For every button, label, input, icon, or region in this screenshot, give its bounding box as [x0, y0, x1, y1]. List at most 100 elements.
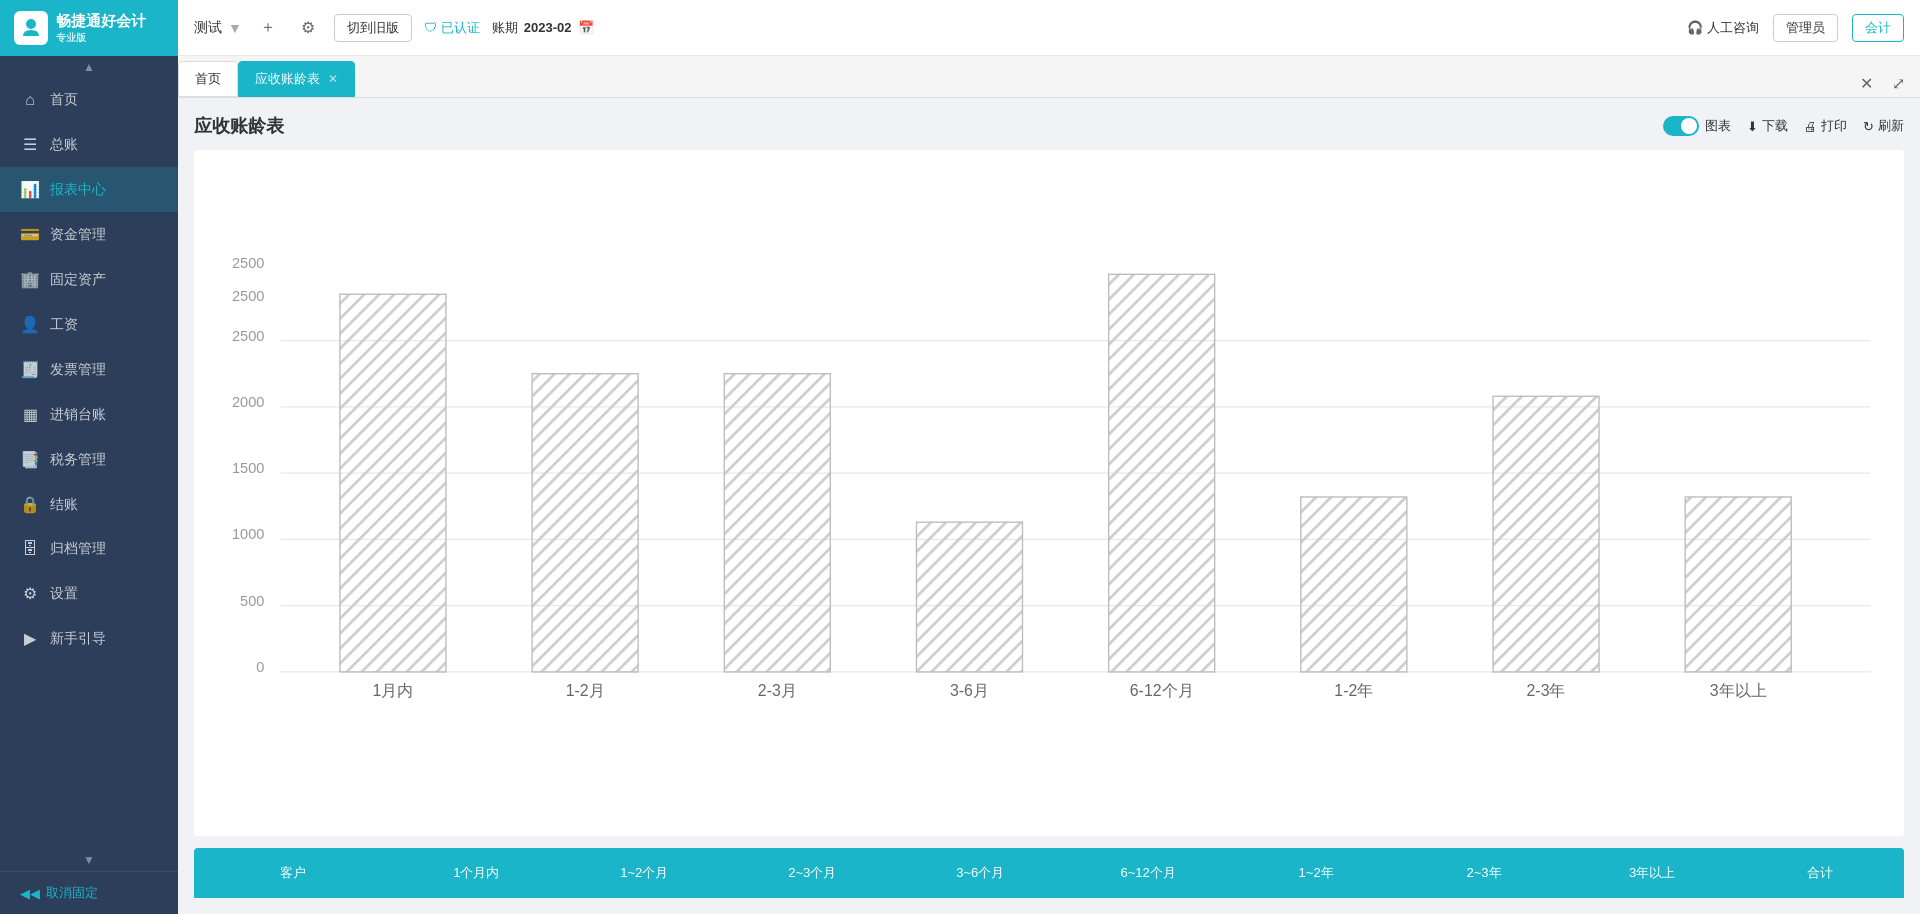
settings-icon: ⚙ [20, 584, 40, 603]
assets-icon: 🏢 [20, 270, 40, 289]
sidebar-label-settings: 设置 [50, 585, 78, 603]
svg-text:2000: 2000 [232, 394, 264, 410]
calendar-icon[interactable]: 📅 [578, 20, 594, 35]
sidebar: 畅捷通好会计 专业版 ▲ ⌂ 首页 ☰ 总账 📊 报表中心 💳 资金管理 🏢 固… [0, 0, 178, 914]
switch-old-version-button[interactable]: 切到旧版 [334, 14, 412, 42]
sidebar-label-tax: 税务管理 [50, 451, 106, 469]
scroll-down-arrow[interactable]: ▼ [0, 849, 178, 871]
print-icon: 🖨 [1804, 119, 1817, 134]
close-window-button[interactable]: ✕ [1852, 69, 1880, 97]
bar-1-2月 [532, 374, 638, 672]
funds-icon: 💳 [20, 225, 40, 244]
svg-text:1500: 1500 [232, 460, 264, 476]
chart-toggle-wrapper: 图表 [1663, 116, 1731, 136]
sidebar-item-invoice[interactable]: 🧾 发票管理 [0, 347, 178, 392]
tab-home[interactable]: 首页 [178, 61, 238, 97]
sidebar-item-assets[interactable]: 🏢 固定资产 [0, 257, 178, 302]
svg-text:500: 500 [240, 593, 264, 609]
sidebar-label-closing: 结账 [50, 496, 78, 514]
svg-point-0 [26, 19, 36, 29]
svg-text:3-6月: 3-6月 [950, 682, 989, 699]
bar-1月内 [340, 294, 446, 672]
bar-2-3年 [1493, 396, 1599, 672]
sidebar-item-funds[interactable]: 💳 资金管理 [0, 212, 178, 257]
reports-icon: 📊 [20, 180, 40, 199]
sidebar-label-inventory: 进销台账 [50, 406, 106, 424]
svg-text:1月内: 1月内 [373, 682, 414, 699]
main-area: 测试 ▼ ＋ ⚙ 切到旧版 🛡 已认证 账期 2023-02 📅 🎧 人工咨询 … [178, 0, 1920, 914]
shield-icon: 🛡 [424, 20, 437, 35]
sidebar-item-guide[interactable]: ▶ 新手引导 [0, 616, 178, 661]
app-logo: 畅捷通好会计 专业版 [0, 0, 178, 56]
sidebar-label-funds: 资金管理 [50, 226, 106, 244]
sidebar-item-settings[interactable]: ⚙ 设置 [0, 571, 178, 616]
svg-text:2500: 2500 [232, 255, 264, 271]
refresh-icon: ↻ [1863, 119, 1874, 134]
content-area: 应收账龄表 图表 ⬇ 下载 🖨 打印 ↻ 刷新 [178, 98, 1920, 914]
sidebar-label-home: 首页 [50, 91, 78, 109]
download-button[interactable]: ⬇ 下载 [1747, 117, 1788, 135]
headset-icon: 🎧 [1687, 20, 1703, 35]
scroll-up-arrow[interactable]: ▲ [0, 56, 178, 78]
topbar-right: 🎧 人工咨询 管理员 会计 [1687, 14, 1904, 42]
bar-2-3月 [724, 374, 830, 672]
payroll-icon: 👤 [20, 315, 40, 334]
svg-text:2-3年: 2-3年 [1527, 682, 1566, 699]
sidebar-label-archive: 归档管理 [50, 540, 106, 558]
sidebar-item-archive[interactable]: 🗄 归档管理 [0, 527, 178, 571]
col-total: 合计 [1736, 848, 1904, 898]
user-button[interactable]: 管理员 [1773, 14, 1838, 42]
tax-icon: 📑 [20, 450, 40, 469]
sidebar-item-home[interactable]: ⌂ 首页 [0, 78, 178, 122]
period-display: 账期 2023-02 📅 [492, 19, 594, 37]
page-header: 应收账龄表 图表 ⬇ 下载 🖨 打印 ↻ 刷新 [194, 114, 1904, 138]
col-3y-plus: 3年以上 [1568, 848, 1736, 898]
bar-chart: 0 500 1000 1500 2000 2500 2500 2500 [214, 170, 1884, 816]
chart-toggle[interactable] [1663, 116, 1699, 136]
svg-text:1-2年: 1-2年 [1334, 682, 1373, 699]
service-button[interactable]: 🎧 人工咨询 [1687, 19, 1759, 37]
col-6-12m: 6~12个月 [1064, 848, 1232, 898]
add-button[interactable]: ＋ [254, 14, 282, 42]
company-selector[interactable]: 测试 ▼ [194, 19, 242, 37]
sidebar-label-guide: 新手引导 [50, 630, 106, 648]
download-icon: ⬇ [1747, 119, 1758, 134]
svg-text:0: 0 [256, 659, 264, 675]
svg-text:3年以上: 3年以上 [1710, 682, 1767, 699]
sidebar-label-reports: 报表中心 [50, 181, 106, 199]
print-button[interactable]: 🖨 打印 [1804, 117, 1847, 135]
sidebar-item-payroll[interactable]: 👤 工资 [0, 302, 178, 347]
tabbar-actions: ✕ ⤢ [1852, 69, 1920, 97]
sidebar-item-closing[interactable]: 🔒 结账 [0, 482, 178, 527]
col-1m: 1个月内 [392, 848, 560, 898]
sidebar-label-ledger: 总账 [50, 136, 78, 154]
sidebar-item-inventory[interactable]: ▦ 进销台账 [0, 392, 178, 437]
page-title: 应收账龄表 [194, 114, 284, 138]
svg-text:1-2月: 1-2月 [566, 682, 605, 699]
col-2-3y: 2~3年 [1400, 848, 1568, 898]
refresh-button[interactable]: ↻ 刷新 [1863, 117, 1904, 135]
expand-button[interactable]: ⤢ [1884, 69, 1912, 97]
invoice-icon: 🧾 [20, 360, 40, 379]
sidebar-label-invoice: 发票管理 [50, 361, 106, 379]
sidebar-item-reports[interactable]: 📊 报表中心 [0, 167, 178, 212]
tab-home-label: 首页 [195, 70, 221, 88]
guide-icon: ▶ [20, 629, 40, 648]
role-button[interactable]: 会计 [1852, 14, 1904, 42]
col-2-3m: 2~3个月 [728, 848, 896, 898]
chart-toggle-label: 图表 [1705, 117, 1731, 135]
company-dropdown-icon: ▼ [228, 20, 242, 36]
tabbar: 首页 应收账龄表 ✕ ✕ ⤢ [178, 56, 1920, 98]
closing-icon: 🔒 [20, 495, 40, 514]
sidebar-label-assets: 固定资产 [50, 271, 106, 289]
bar-3年以上 [1685, 497, 1791, 672]
settings-button[interactable]: ⚙ [294, 14, 322, 42]
sidebar-item-tax[interactable]: 📑 税务管理 [0, 437, 178, 482]
company-name: 测试 [194, 19, 222, 37]
sidebar-item-ledger[interactable]: ☰ 总账 [0, 122, 178, 167]
page-actions: 图表 ⬇ 下载 🖨 打印 ↻ 刷新 [1663, 116, 1904, 136]
tab-ar-aging-label: 应收账龄表 [255, 70, 320, 88]
close-tab-icon[interactable]: ✕ [328, 72, 338, 86]
cancel-pin-button[interactable]: ◀◀ 取消固定 [0, 871, 178, 914]
tab-ar-aging[interactable]: 应收账龄表 ✕ [238, 61, 355, 97]
